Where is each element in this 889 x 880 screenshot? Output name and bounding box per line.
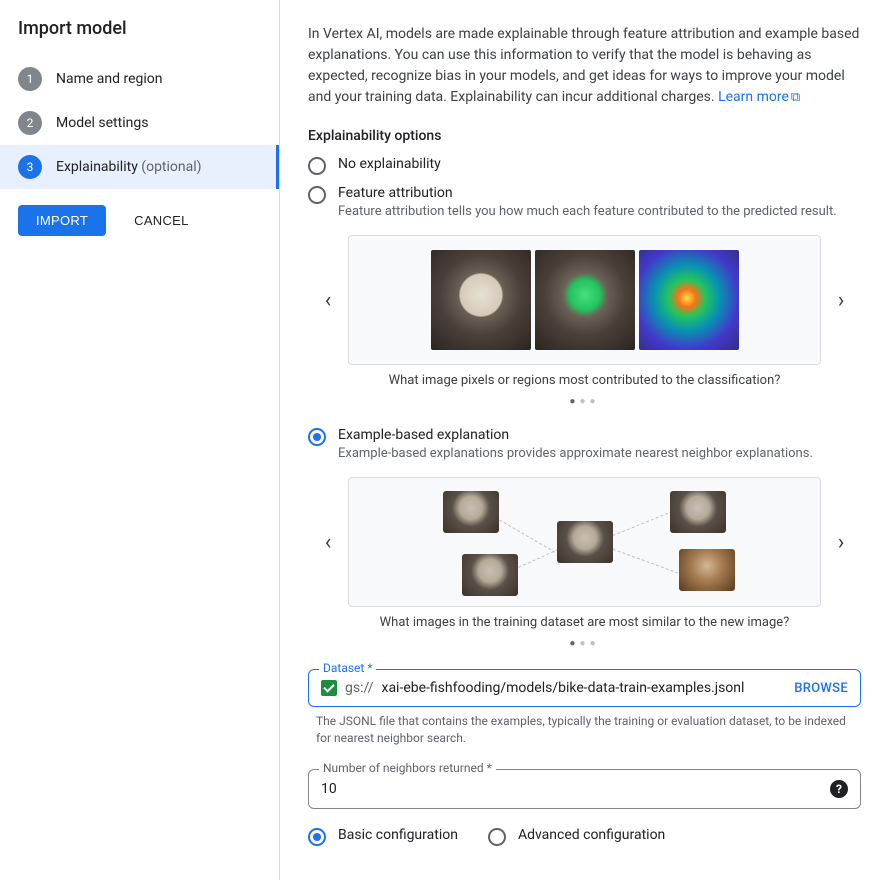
carousel-next-icon[interactable]: › [821,530,861,555]
feature-carousel: ‹ › [308,235,861,365]
field-legend: Dataset * [319,661,376,675]
sample-image-heatmap [639,250,739,350]
radio-example-based[interactable]: Example-based explanation Example-based … [308,427,861,463]
neighbors-field[interactable]: Number of neighbors returned * 10 ? [308,769,861,809]
feature-caption: What image pixels or regions most contri… [308,373,861,388]
carousel-prev-icon[interactable]: ‹ [308,530,348,555]
carousel-prev-icon[interactable]: ‹ [308,288,348,313]
main-content: In Vertex AI, models are made explainabl… [280,0,889,880]
radio-icon [488,828,506,846]
field-legend: Number of neighbors returned * [319,761,496,775]
radio-icon [308,828,326,846]
step-model-settings[interactable]: 2 Model settings [0,101,279,145]
graph-node [679,549,735,591]
radio-icon [308,186,326,204]
dataset-path-input[interactable]: xai-ebe-fishfooding/models/bike-data-tra… [382,680,787,696]
radio-feature-attribution[interactable]: Feature attribution Feature attribution … [308,185,861,221]
radio-no-explainability[interactable]: No explainability [308,156,861,175]
radio-basic-config[interactable]: Basic configuration [308,827,458,846]
carousel-graph-panel [348,477,821,607]
cancel-button[interactable]: CANCEL [116,205,207,236]
carousel-image-panel [348,235,821,365]
browse-button[interactable]: BROWSE [794,681,848,696]
step-number: 2 [18,111,42,135]
radio-icon [308,428,326,446]
intro-text: In Vertex AI, models are made explainabl… [308,24,861,108]
graph-node-center [557,521,613,563]
sample-image-original [431,250,531,350]
action-bar: IMPORT CANCEL [0,189,279,252]
carousel-dots: ●●● [308,396,861,407]
learn-more-link[interactable]: Learn more⧉ [718,89,800,105]
page-title: Import model [0,18,279,57]
config-radio-group: Basic configuration Advanced configurati… [308,827,861,856]
stepper-sidebar: Import model 1 Name and region 2 Model s… [0,0,280,880]
example-carousel: ‹ › [308,477,861,607]
external-link-icon: ⧉ [791,90,800,105]
radio-advanced-config[interactable]: Advanced configuration [488,827,665,846]
example-caption: What images in the training dataset are … [308,615,861,630]
gs-prefix: gs:// [345,680,374,696]
sample-image-overlay [535,250,635,350]
help-icon[interactable]: ? [830,780,848,798]
radio-icon [308,157,326,175]
step-label: Explainability (optional) [56,159,202,175]
graph-node [462,554,518,596]
carousel-dots: ●●● [308,638,861,649]
dataset-help-text: The JSONL file that contains the example… [308,713,861,747]
dataset-field[interactable]: Dataset * gs:// xai-ebe-fishfooding/mode… [308,669,861,707]
step-number: 1 [18,67,42,91]
options-heading: Explainability options [308,128,861,144]
step-name-region[interactable]: 1 Name and region [0,57,279,101]
import-button[interactable]: IMPORT [18,205,106,236]
step-explainability[interactable]: 3 Explainability (optional) [0,145,279,189]
step-label: Model settings [56,115,148,131]
check-icon [321,680,337,696]
step-number: 3 [18,155,42,179]
neighbors-input[interactable]: 10 [321,781,822,797]
step-label: Name and region [56,71,163,87]
graph-node [443,491,499,533]
carousel-next-icon[interactable]: › [821,288,861,313]
graph-node [670,491,726,533]
